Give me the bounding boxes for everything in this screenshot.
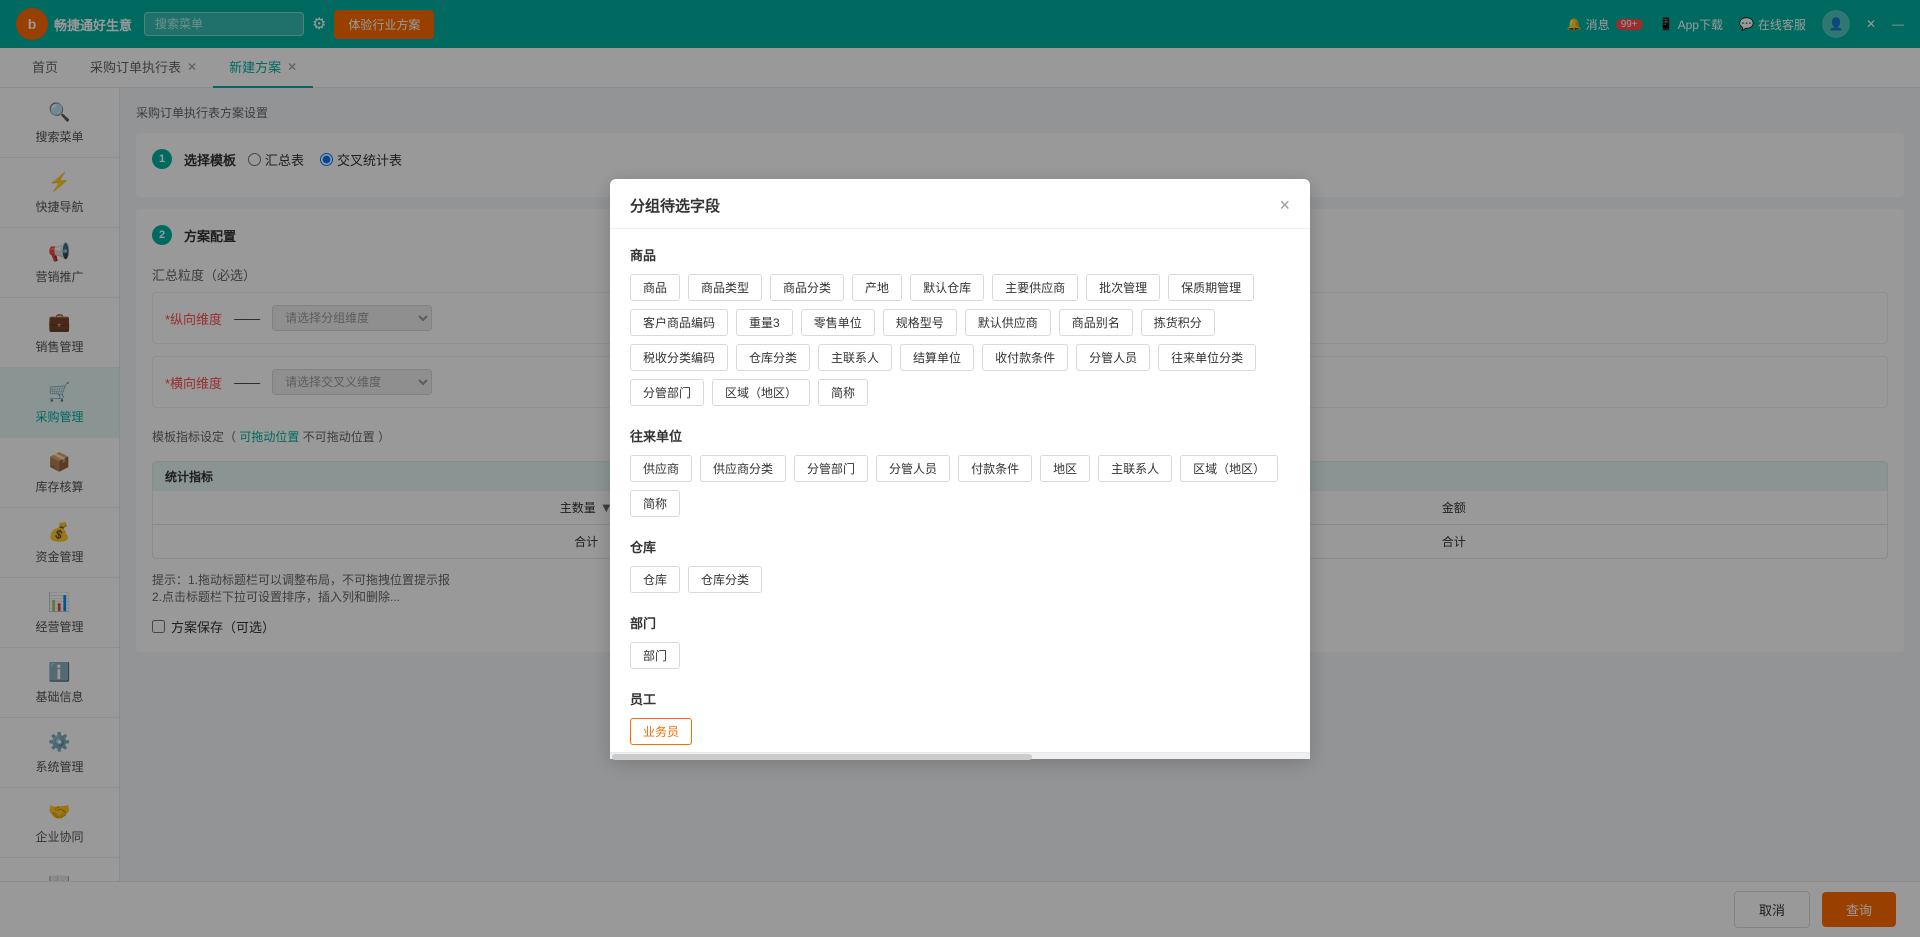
- field-tag-dept-mgmt[interactable]: 分管部门: [794, 455, 868, 482]
- field-tag-shelf-life[interactable]: 保质期管理: [1168, 274, 1254, 301]
- field-tag-origin[interactable]: 产地: [852, 274, 902, 301]
- field-tag-salesperson[interactable]: 业务员: [630, 718, 692, 745]
- field-tag-pick-points[interactable]: 拣货积分: [1141, 309, 1215, 336]
- department-section-title: 部门: [630, 613, 1290, 632]
- warehouse-fields: 仓库 仓库分类: [630, 566, 1290, 593]
- field-tag-counterpart-category[interactable]: 往来单位分类: [1158, 344, 1256, 371]
- warehouse-section: 仓库 仓库 仓库分类: [630, 537, 1290, 593]
- field-tag-dept-person[interactable]: 分管人员: [876, 455, 950, 482]
- field-tag-default-supplier[interactable]: 默认供应商: [965, 309, 1051, 336]
- modal-body: 商品 商品 商品类型 商品分类 产地 默认仓库 主要供应商 批次管理 保质期管理…: [610, 229, 1310, 753]
- field-tag-settlement-unit[interactable]: 结算单位: [900, 344, 974, 371]
- counterpart-section-title: 往来单位: [630, 426, 1290, 445]
- field-tag-payment-terms[interactable]: 收付款条件: [982, 344, 1068, 371]
- field-tag-supplier-category[interactable]: 供应商分类: [700, 455, 786, 482]
- modal-close-btn[interactable]: ×: [1279, 195, 1290, 216]
- field-tag-default-warehouse[interactable]: 默认仓库: [910, 274, 984, 301]
- field-tag-goods-alias[interactable]: 商品别名: [1059, 309, 1133, 336]
- field-tag-batch-mgmt[interactable]: 批次管理: [1086, 274, 1160, 301]
- field-tag-warehouse-category[interactable]: 仓库分类: [736, 344, 810, 371]
- field-tag-supplier[interactable]: 供应商: [630, 455, 692, 482]
- modal-dialog: 分组待选字段 × 商品 商品 商品类型 商品分类 产地 默认仓库 主要供应商 批…: [610, 179, 1310, 759]
- field-tag-spec-model[interactable]: 规格型号: [883, 309, 957, 336]
- field-tag-contact[interactable]: 主联系人: [1098, 455, 1172, 482]
- field-tag-pay-terms[interactable]: 付款条件: [958, 455, 1032, 482]
- field-tag-short-name[interactable]: 简称: [818, 379, 868, 406]
- counterpart-fields: 供应商 供应商分类 分管部门 分管人员 付款条件 地区 主联系人 区域（地区） …: [630, 455, 1290, 517]
- counterpart-section: 往来单位 供应商 供应商分类 分管部门 分管人员 付款条件 地区 主联系人 区域…: [630, 426, 1290, 517]
- department-fields: 部门: [630, 642, 1290, 669]
- field-tag-supervisor[interactable]: 分管人员: [1076, 344, 1150, 371]
- field-tag-region[interactable]: 区域（地区）: [712, 379, 810, 406]
- modal-hscroll[interactable]: [610, 752, 1310, 758]
- goods-section-title: 商品: [630, 245, 1290, 264]
- modal-hscroll-thumb: [612, 754, 1032, 760]
- field-tag-area[interactable]: 地区: [1040, 455, 1090, 482]
- field-tag-main-supplier[interactable]: 主要供应商: [992, 274, 1078, 301]
- field-tag-customer-code[interactable]: 客户商品编码: [630, 309, 728, 336]
- field-tag-retail-unit[interactable]: 零售单位: [801, 309, 875, 336]
- field-tag-warehouse-type[interactable]: 仓库分类: [688, 566, 762, 593]
- field-tag-warehouse[interactable]: 仓库: [630, 566, 680, 593]
- modal-overlay: 分组待选字段 × 商品 商品 商品类型 商品分类 产地 默认仓库 主要供应商 批…: [0, 0, 1920, 937]
- warehouse-section-title: 仓库: [630, 537, 1290, 556]
- field-tag-main-contact[interactable]: 主联系人: [818, 344, 892, 371]
- goods-section: 商品 商品 商品类型 商品分类 产地 默认仓库 主要供应商 批次管理 保质期管理…: [630, 245, 1290, 406]
- field-tag-department[interactable]: 部门: [630, 642, 680, 669]
- employee-section-title: 员工: [630, 689, 1290, 708]
- field-tag-abbr[interactable]: 简称: [630, 490, 680, 517]
- employee-section: 员工 业务员: [630, 689, 1290, 745]
- field-tag-weight3[interactable]: 重量3: [736, 309, 793, 336]
- employee-fields: 业务员: [630, 718, 1290, 745]
- field-tag-goods[interactable]: 商品: [630, 274, 680, 301]
- modal-header: 分组待选字段 ×: [610, 179, 1310, 229]
- field-tag-dept-in-charge[interactable]: 分管部门: [630, 379, 704, 406]
- goods-fields: 商品 商品类型 商品分类 产地 默认仓库 主要供应商 批次管理 保质期管理 客户…: [630, 274, 1290, 406]
- field-tag-goods-category[interactable]: 商品分类: [770, 274, 844, 301]
- modal-title: 分组待选字段: [630, 195, 720, 216]
- department-section: 部门 部门: [630, 613, 1290, 669]
- field-tag-goods-type[interactable]: 商品类型: [688, 274, 762, 301]
- field-tag-tax-code[interactable]: 税收分类编码: [630, 344, 728, 371]
- field-tag-region2[interactable]: 区域（地区）: [1180, 455, 1278, 482]
